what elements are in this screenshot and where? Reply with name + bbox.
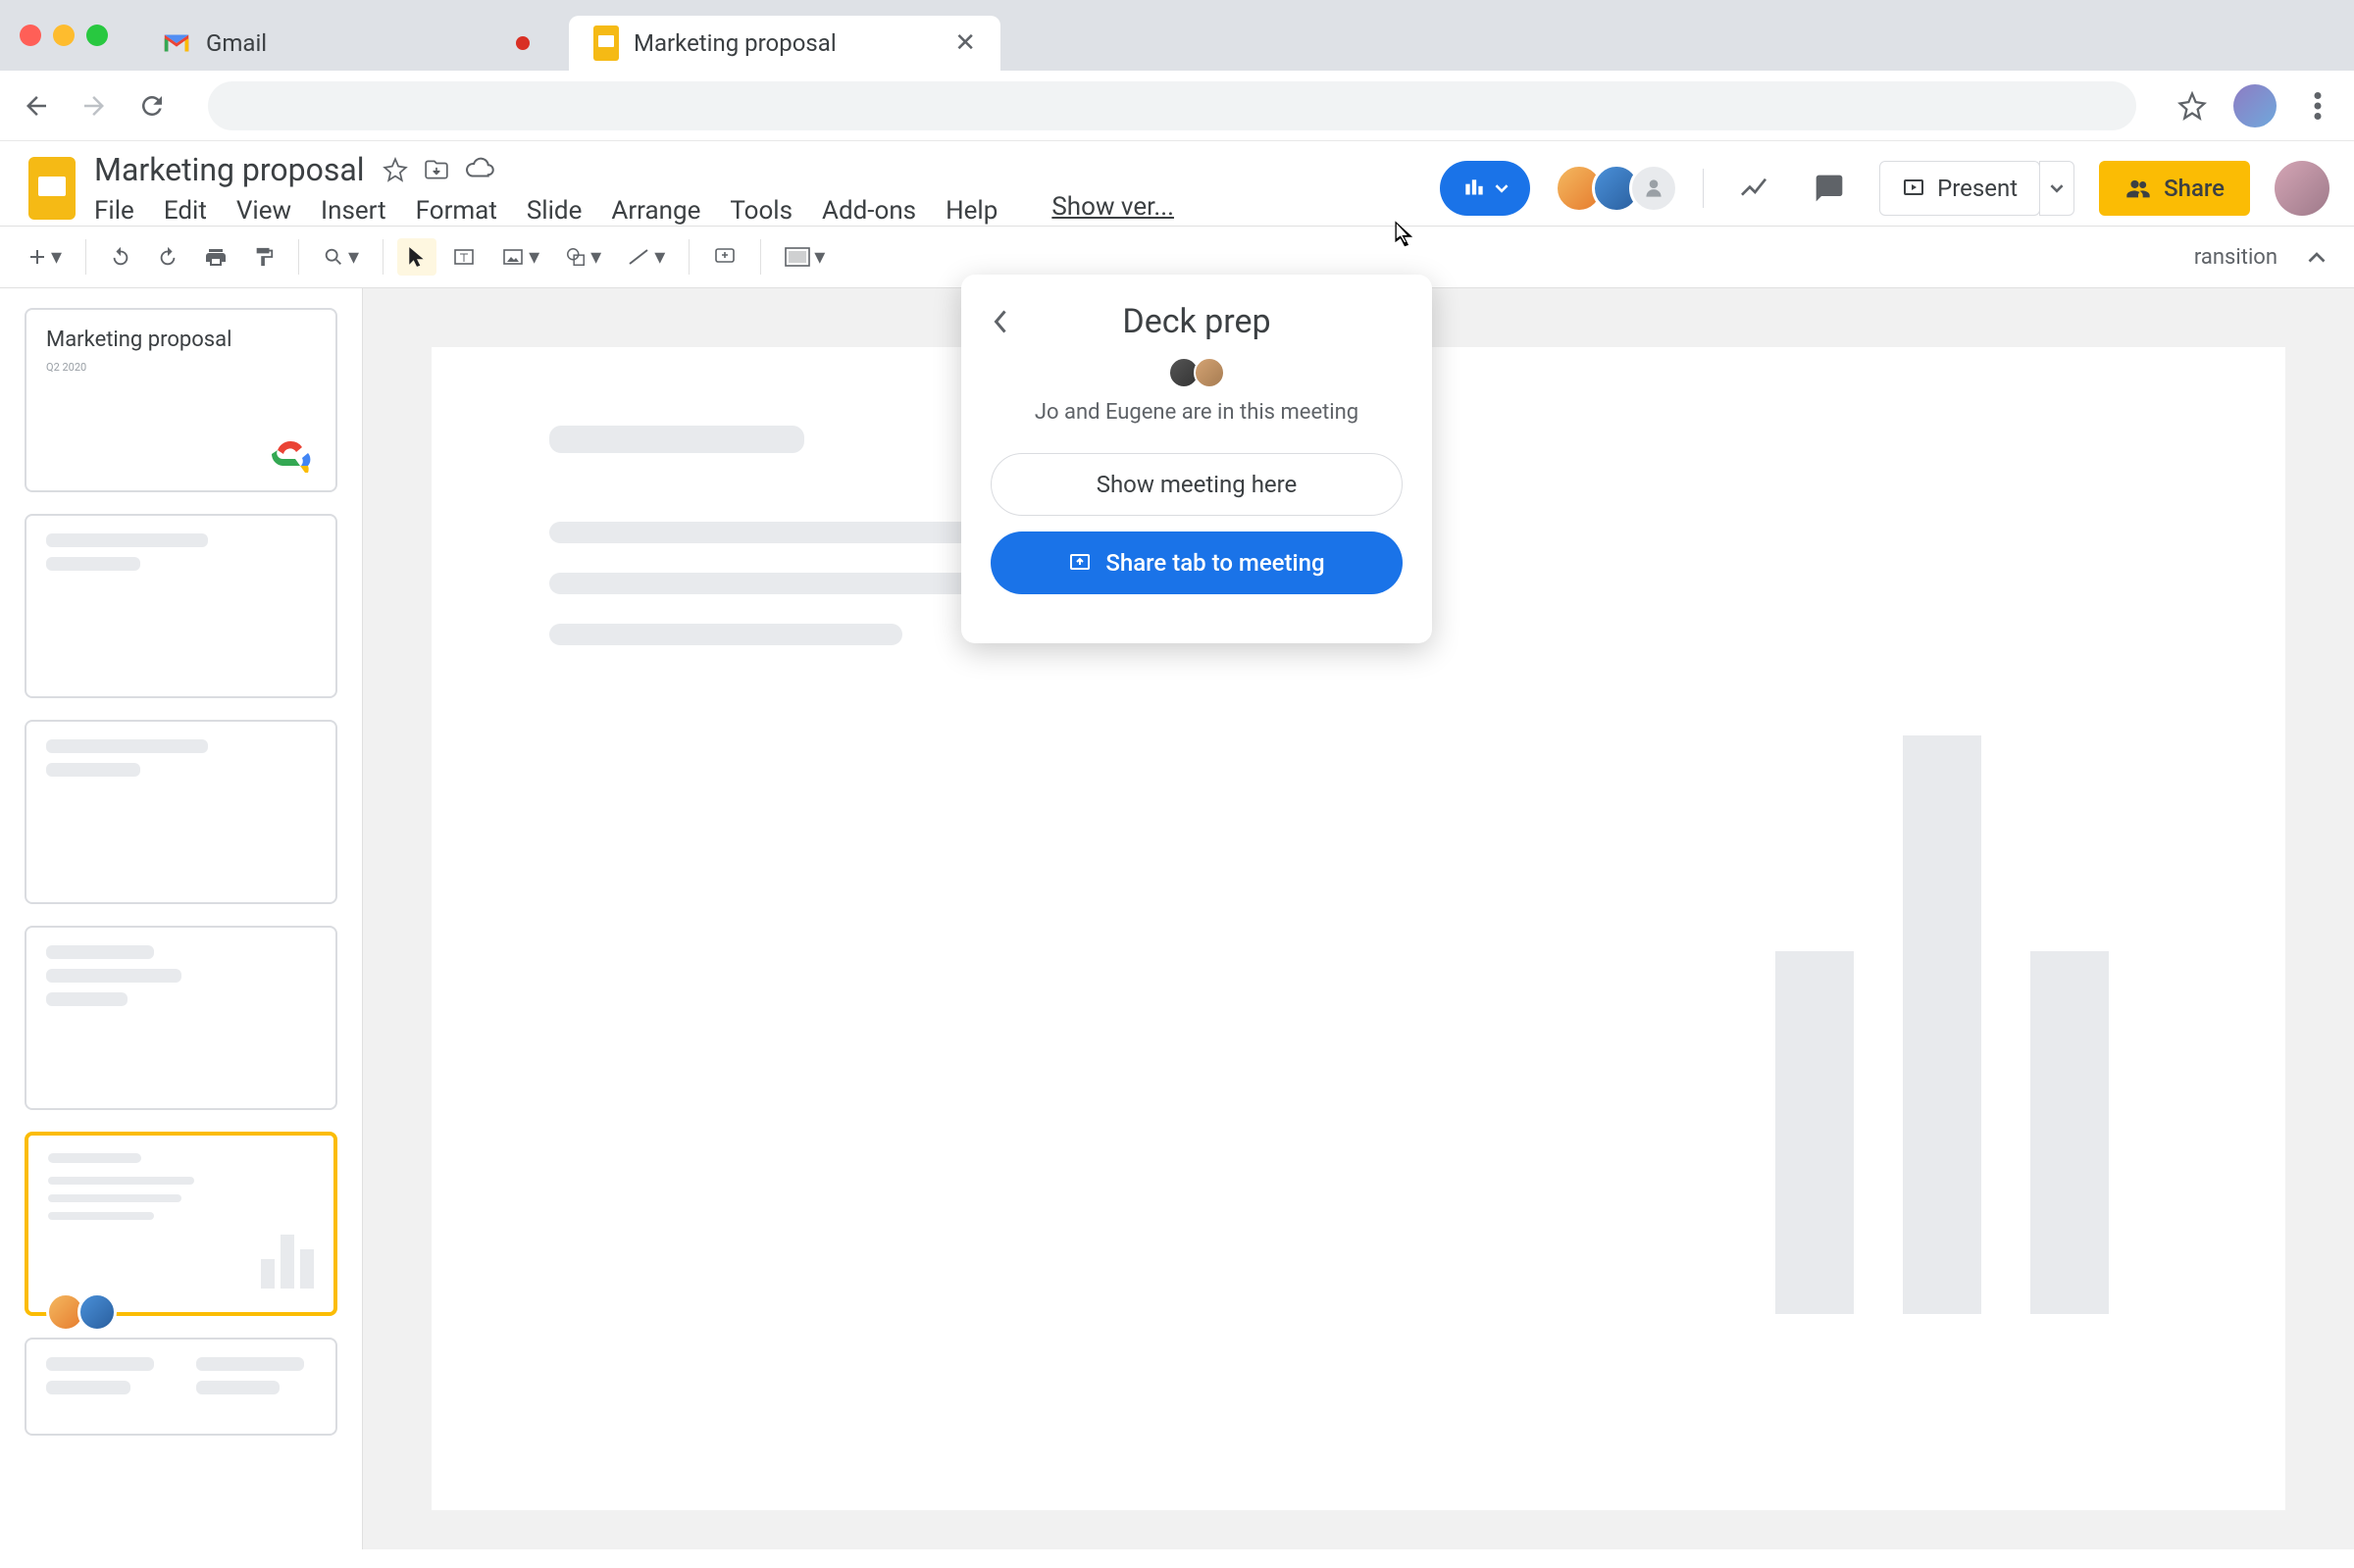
menu-bar: File Edit View Insert Format Slide Arran… — [94, 196, 998, 226]
share-screen-icon — [1068, 551, 1092, 575]
share-label: Share — [2164, 175, 2225, 202]
slide-collaborator-indicators — [46, 1292, 117, 1332]
comments-icon[interactable] — [1804, 163, 1855, 214]
app-header: Marketing proposal File Edit View Insert… — [0, 141, 2354, 226]
menu-arrange[interactable]: Arrange — [611, 196, 700, 226]
image-button[interactable]: ▾ — [491, 237, 549, 278]
slide-thumbnail-4[interactable] — [25, 926, 337, 1110]
gmail-icon — [162, 32, 191, 54]
show-meeting-label: Show meeting here — [1097, 471, 1298, 498]
share-tab-button[interactable]: Share tab to meeting — [991, 531, 1403, 594]
browser-tab-strip: Gmail Marketing proposal ✕ — [0, 0, 2354, 71]
bookmark-star-icon[interactable] — [2175, 89, 2209, 123]
menu-slide[interactable]: Slide — [527, 196, 583, 226]
browser-menu-button[interactable] — [2301, 89, 2334, 123]
close-window-button[interactable] — [20, 25, 41, 46]
cloud-status-icon[interactable] — [465, 157, 494, 182]
line-button[interactable]: ▾ — [617, 237, 675, 278]
slides-logo[interactable] — [20, 156, 84, 221]
popover-title: Deck prep — [991, 302, 1403, 341]
thumb-title: Marketing proposal — [46, 328, 316, 353]
browser-profile-avatar[interactable] — [2233, 84, 2277, 127]
move-folder-icon[interactable] — [423, 157, 450, 182]
textbox-button[interactable] — [442, 237, 486, 277]
close-tab-icon[interactable]: ✕ — [954, 28, 976, 58]
redo-button[interactable] — [147, 238, 188, 276]
comment-button[interactable] — [703, 237, 746, 277]
show-version-link[interactable]: Show ver... — [1051, 192, 1174, 222]
zoom-button[interactable]: ▾ — [313, 237, 369, 278]
paint-format-button[interactable] — [243, 238, 284, 276]
select-tool-button[interactable] — [397, 238, 436, 276]
minimize-window-button[interactable] — [53, 25, 75, 46]
shape-button[interactable]: ▾ — [555, 237, 611, 278]
chart-placeholder — [1775, 735, 2109, 1314]
collaborator-avatars — [1555, 164, 1678, 213]
star-icon[interactable] — [383, 157, 408, 182]
background-button[interactable]: ▾ — [775, 237, 835, 278]
menu-format[interactable]: Format — [416, 196, 497, 226]
maximize-window-button[interactable] — [86, 25, 108, 46]
chevron-down-icon — [2050, 183, 2064, 193]
share-tab-label: Share tab to meeting — [1105, 549, 1324, 577]
header-right: Present Share — [1440, 161, 2329, 216]
slide-thumbnail-5[interactable] — [25, 1132, 337, 1316]
mouse-cursor-icon — [1393, 220, 1416, 249]
thumb-subtitle: Q2 2020 — [46, 361, 316, 374]
chevron-down-icon — [1495, 183, 1509, 193]
undo-button[interactable] — [100, 238, 141, 276]
menu-insert[interactable]: Insert — [321, 196, 386, 226]
meeting-participant-avatars — [991, 357, 1403, 388]
present-icon — [1902, 177, 1925, 200]
share-button[interactable]: Share — [2099, 161, 2250, 216]
collapse-toolbar-button[interactable] — [2297, 241, 2336, 273]
slide-thumbnail-1[interactable]: Marketing proposal Q2 2020 — [25, 308, 337, 492]
present-dropdown-button[interactable] — [2039, 161, 2074, 216]
slide-thumbnail-panel[interactable]: Marketing proposal Q2 2020 — [0, 288, 363, 1549]
present-label: Present — [1937, 175, 2018, 202]
popover-subtitle: Jo and Eugene are in this meeting — [991, 398, 1403, 428]
title-area: Marketing proposal File Edit View Insert… — [94, 151, 998, 226]
print-button[interactable] — [194, 237, 237, 277]
google-cloud-icon — [261, 433, 320, 475]
slide-thumbnail-3[interactable] — [25, 720, 337, 904]
slides-icon — [593, 25, 619, 61]
transition-label[interactable]: ransition — [2194, 245, 2277, 270]
menu-addons[interactable]: Add-ons — [822, 196, 916, 226]
slide-thumbnail-6[interactable] — [25, 1338, 337, 1436]
slide-thumbnail-2[interactable] — [25, 514, 337, 698]
tab-marketing-proposal[interactable]: Marketing proposal ✕ — [569, 16, 1000, 71]
forward-button[interactable] — [77, 89, 111, 123]
share-people-icon — [2124, 177, 2152, 200]
reload-button[interactable] — [135, 89, 169, 123]
menu-help[interactable]: Help — [946, 196, 998, 226]
menu-edit[interactable]: Edit — [164, 196, 207, 226]
tab-gmail[interactable]: Gmail — [137, 16, 569, 71]
menu-tools[interactable]: Tools — [730, 196, 793, 226]
tab-label: Gmail — [206, 29, 267, 57]
tab-label: Marketing proposal — [634, 29, 837, 57]
back-button[interactable] — [20, 89, 53, 123]
new-slide-button[interactable]: ▾ — [18, 237, 72, 278]
show-meeting-button[interactable]: Show meeting here — [991, 453, 1403, 516]
present-button[interactable]: Present — [1879, 161, 2040, 216]
window-controls — [20, 25, 108, 46]
meet-popover: Deck prep Jo and Eugene are in this meet… — [961, 275, 1432, 643]
menu-view[interactable]: View — [236, 196, 291, 226]
menu-file[interactable]: File — [94, 196, 134, 226]
popover-back-button[interactable] — [983, 304, 1018, 339]
meet-button[interactable] — [1440, 161, 1530, 216]
anonymous-collaborator-icon[interactable] — [1629, 164, 1678, 213]
browser-toolbar — [0, 71, 2354, 141]
address-bar[interactable] — [208, 81, 2136, 130]
notification-dot-icon — [516, 36, 530, 50]
meet-icon — [1461, 176, 1487, 201]
account-avatar[interactable] — [2275, 161, 2329, 216]
document-title[interactable]: Marketing proposal — [94, 151, 365, 188]
activity-icon[interactable] — [1728, 163, 1779, 214]
